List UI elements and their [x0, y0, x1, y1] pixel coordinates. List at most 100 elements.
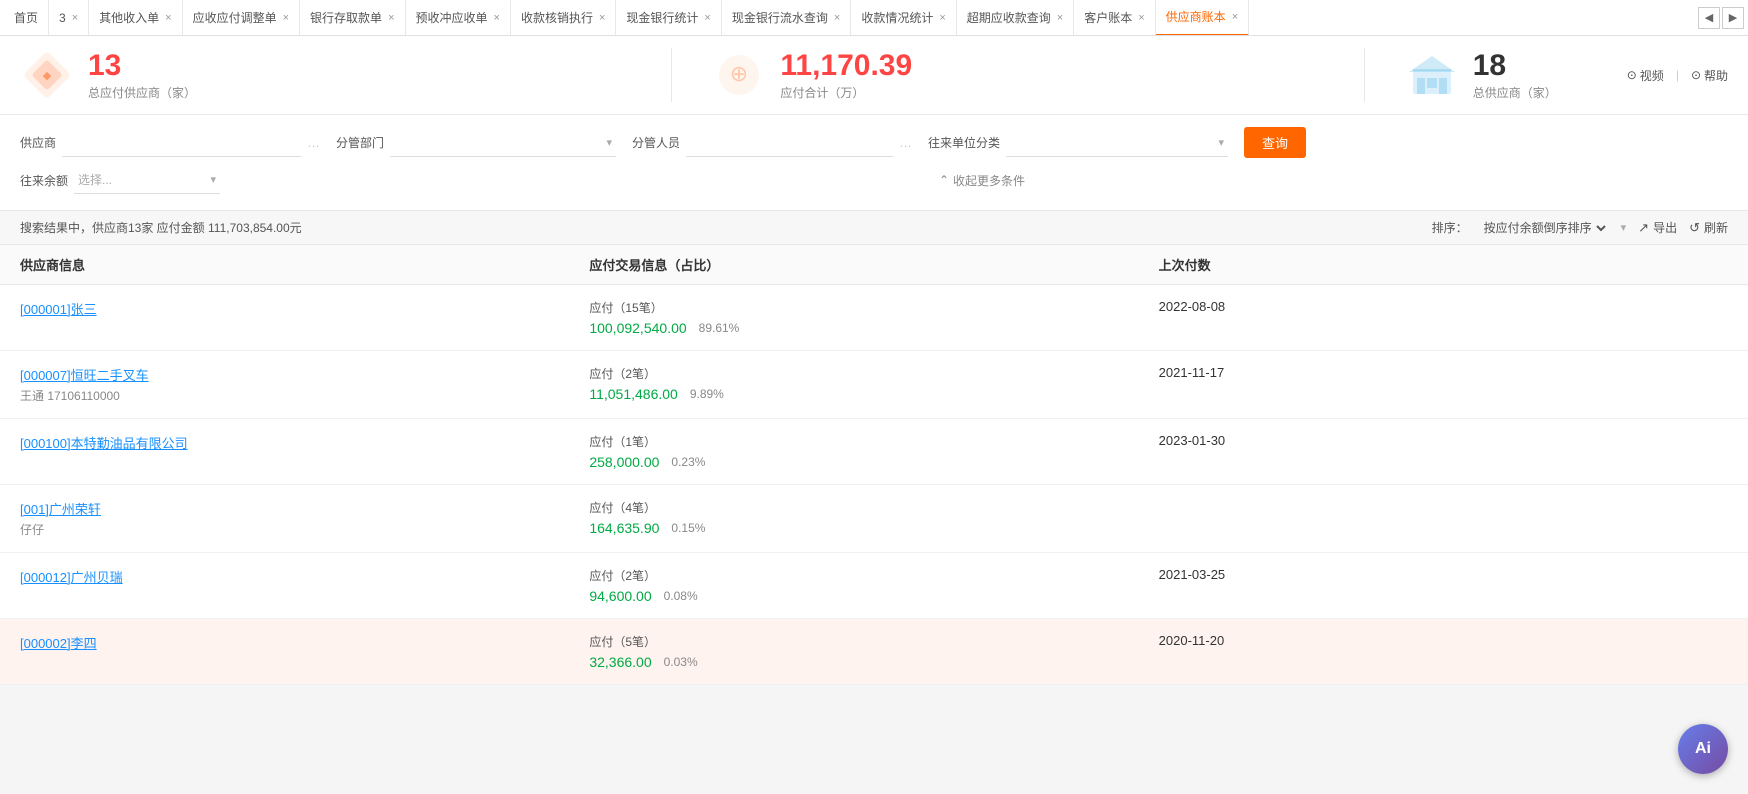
trans-row: 应付 （5笔） [589, 633, 1158, 650]
close-icon[interactable]: × [1057, 12, 1063, 24]
nav-tab-cash-bank-stat[interactable]: 现金银行统计 × [616, 0, 721, 36]
diamond-icon: ◆ [20, 48, 74, 102]
nav-tab-bank-deposit[interactable]: 银行存取款单 × [300, 0, 405, 36]
svg-text:◆: ◆ [43, 70, 52, 82]
filter-category-label: 往来单位分类 [928, 134, 1000, 151]
last-pay-date: 2023-01-30 [1159, 433, 1226, 448]
filter-supplier-input[interactable] [62, 129, 301, 157]
last-pay-date: 2020-11-20 [1159, 633, 1225, 648]
filter-category-dropdown[interactable]: ▾ [1006, 129, 1228, 157]
svg-text:⊕: ⊕ [730, 61, 748, 86]
close-icon[interactable]: × [72, 12, 78, 24]
supplier-link[interactable]: [000012]广州贝瑞 [20, 570, 123, 585]
nav-tab-ar-ap-adjust-label: 应收应付调整单 [193, 9, 277, 26]
nav-tab-collection-stat[interactable]: 收款情况统计 × [851, 0, 956, 36]
trans-type: 应付 [589, 567, 613, 584]
nav-prev-button[interactable]: ◀ [1698, 7, 1720, 29]
video-link[interactable]: ⊙ 视频 [1627, 67, 1664, 84]
close-icon[interactable]: × [165, 12, 171, 24]
supplier-code: [000100] [20, 436, 71, 451]
supplier-link[interactable]: [000002]李四 [20, 636, 97, 651]
collapse-more-button[interactable]: ⌃ 收起更多条件 [927, 168, 1037, 193]
trans-amount[interactable]: 11,051,486.00 [589, 386, 678, 402]
header-separator: | [1676, 68, 1679, 82]
nav-tab-home-label: 首页 [14, 9, 38, 26]
col-header-supplier: 供应商信息 [20, 255, 589, 274]
trans-amount[interactable]: 100,092,540.00 [589, 320, 686, 336]
store-icon [1405, 48, 1459, 102]
trans-amount[interactable]: 94,600.00 [589, 588, 651, 604]
export-button[interactable]: ↗ 导出 [1638, 219, 1677, 236]
supplier-link[interactable]: [000100]本特勤油品有限公司 [20, 436, 188, 451]
filter-balance-dropdown[interactable]: 选择... ▾ [74, 166, 220, 194]
nav-tab-prepay-offset-label: 预收冲应收单 [416, 9, 488, 26]
trans-count: （5笔） [613, 633, 656, 650]
filter-category: 往来单位分类 ▾ [928, 129, 1228, 157]
results-bar: 搜索结果中，供应商13家 应付金额 111,703,854.00元 排序： 按应… [0, 211, 1748, 245]
trans-pct: 9.89% [690, 387, 724, 401]
col-header-transaction: 应付交易信息（占比） [589, 255, 1158, 274]
close-icon[interactable]: × [388, 12, 394, 24]
sort-select[interactable]: 按应付余额倒序排序 [1480, 220, 1609, 236]
filter-dept-dropdown[interactable]: ▾ [390, 129, 616, 157]
close-icon[interactable]: × [494, 12, 500, 24]
sort-label: 排序： [1432, 219, 1468, 236]
nav-next-button[interactable]: ▶ [1722, 7, 1744, 29]
help-link[interactable]: ⊙ 帮助 [1691, 67, 1728, 84]
supplier-code: [000007] [20, 368, 71, 383]
nav-tab-other-income[interactable]: 其他收入单 × [89, 0, 182, 36]
nav-tab-ar-ap-adjust[interactable]: 应收应付调整单 × [183, 0, 300, 36]
header-help-area: ⊙ 视频 | ⊙ 帮助 [1597, 67, 1728, 84]
table-row: [000012]广州贝瑞 应付 （2笔） 94,600.00 0.08% 202… [0, 553, 1748, 619]
trans-row: 应付 （2笔） [589, 365, 1158, 382]
transaction-cell: 应付 （2笔） 11,051,486.00 9.89% [589, 365, 1158, 402]
trans-amount-row: 100,092,540.00 89.61% [589, 320, 1158, 336]
supplier-more-icon[interactable]: … [307, 135, 320, 150]
nav-tab-customer-ledger[interactable]: 客户账本 × [1074, 0, 1155, 36]
transaction-cell: 应付 （15笔） 100,092,540.00 89.61% [589, 299, 1158, 336]
supplier-link[interactable]: [001]广州荣轩 [20, 502, 101, 517]
nav-tab-overdue-ar[interactable]: 超期应收款查询 × [957, 0, 1074, 36]
nav-tab-cash-bank-flow[interactable]: 现金银行流水查询 × [722, 0, 851, 36]
nav-tab-supplier-ledger[interactable]: 供应商账本 × [1156, 0, 1249, 36]
nav-tab-home[interactable]: 首页 [4, 0, 49, 36]
nav-tab-supplier-ledger-label: 供应商账本 [1166, 8, 1226, 25]
export-icon: ↗ [1638, 220, 1649, 236]
nav-arrows: ◀ ▶ [1698, 7, 1744, 29]
transaction-cell: 应付 （5笔） 32,366.00 0.03% [589, 633, 1158, 670]
trans-amount[interactable]: 32,366.00 [589, 654, 651, 670]
close-icon[interactable]: × [599, 12, 605, 24]
trans-amount[interactable]: 258,000.00 [589, 454, 659, 470]
collapse-more-label: 收起更多条件 [953, 172, 1025, 189]
refresh-icon: ↺ [1689, 220, 1700, 236]
stat-total-suppliers-info: 18 总供应商（家） [1473, 49, 1557, 101]
close-icon[interactable]: × [1232, 11, 1238, 23]
nav-tab-prepay-offset[interactable]: 预收冲应收单 × [406, 0, 511, 36]
trans-amount-row: 94,600.00 0.08% [589, 588, 1158, 604]
last-pay-cell: 2021-11-17 [1159, 365, 1728, 380]
close-icon[interactable]: × [834, 12, 840, 24]
filter-row-1: 供应商 … 分管部门 ▾ 分管人员 … 往来单位分类 ▾ 查询 [20, 127, 1728, 158]
stat-total-payable-label: 应付合计（万） [780, 84, 912, 101]
supplier-name: 广州荣轩 [49, 502, 101, 517]
ai-assistant-button[interactable]: Ai [1678, 724, 1728, 774]
supplier-link[interactable]: [000007]恒旺二手叉车 [20, 368, 149, 383]
filter-person-input[interactable] [686, 129, 893, 157]
filter-balance-value: 选择... [78, 171, 112, 188]
refresh-button[interactable]: ↺ 刷新 [1689, 219, 1728, 236]
refresh-label: 刷新 [1704, 219, 1728, 236]
nav-tab-collection-stat-label: 收款情况统计 [861, 9, 933, 26]
close-icon[interactable]: × [1138, 12, 1144, 24]
nav-tab-3[interactable]: 3 × [49, 0, 89, 36]
query-button[interactable]: 查询 [1244, 127, 1306, 158]
supplier-link[interactable]: [000001]张三 [20, 302, 97, 317]
nav-tab-collection-exec[interactable]: 收款核销执行 × [511, 0, 616, 36]
trans-type: 应付 [589, 433, 613, 450]
close-icon[interactable]: × [283, 12, 289, 24]
trans-amount[interactable]: 164,635.90 [589, 520, 659, 536]
close-icon[interactable]: × [939, 12, 945, 24]
person-more-icon[interactable]: … [899, 135, 912, 150]
filter-area: 供应商 … 分管部门 ▾ 分管人员 … 往来单位分类 ▾ 查询 [0, 115, 1748, 211]
close-icon[interactable]: × [704, 12, 710, 24]
trans-amount-row: 11,051,486.00 9.89% [589, 386, 1158, 402]
